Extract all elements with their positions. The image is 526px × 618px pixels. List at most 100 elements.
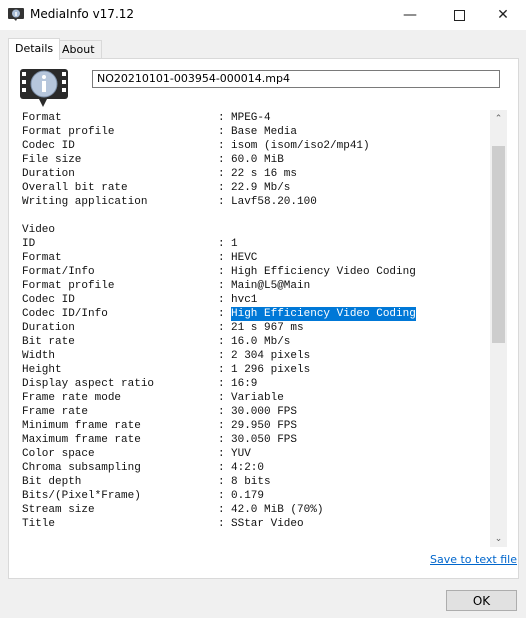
info-value: HEVC	[231, 252, 258, 264]
info-value: Lavf58.20.100	[231, 196, 317, 208]
info-key: Color space	[22, 448, 95, 460]
separator: :	[218, 126, 225, 138]
info-key: Bit depth	[22, 476, 82, 488]
info-key: Display aspect ratio	[22, 378, 155, 390]
info-key: Maximum frame rate	[22, 434, 141, 446]
tab-about[interactable]: About	[55, 40, 102, 59]
info-key: Format/Info	[22, 266, 95, 278]
info-key: File size	[22, 154, 82, 166]
info-key: Format	[22, 112, 62, 124]
separator: :	[218, 364, 225, 376]
separator: :	[218, 504, 225, 516]
info-value: Variable	[231, 392, 284, 404]
info-key: Stream size	[22, 504, 95, 516]
close-button[interactable]: ✕	[480, 0, 526, 30]
separator: :	[218, 294, 225, 306]
minimize-button[interactable]: —	[387, 0, 433, 30]
file-name-field[interactable]: NO20210101-003954-000014.mp4	[92, 70, 500, 88]
info-value: isom (isom/iso2/mp41)	[231, 140, 370, 152]
separator: :	[218, 406, 225, 418]
separator: :	[218, 392, 225, 404]
save-to-text-file-link[interactable]: Save to text file	[430, 553, 517, 566]
selected-info-value: High Efficiency Video Coding	[231, 307, 416, 321]
info-key: Format	[22, 252, 62, 264]
info-value: 29.950 FPS	[231, 420, 298, 432]
info-value: 30.000 FPS	[231, 406, 298, 418]
separator: :	[218, 322, 225, 334]
separator: :	[218, 350, 225, 362]
info-key: Width	[22, 350, 56, 362]
info-value: hvc1	[231, 294, 258, 306]
info-value: 8 bits	[231, 476, 271, 488]
info-value: 0.179	[231, 490, 265, 502]
info-key: Height	[22, 364, 62, 376]
separator: :	[218, 238, 225, 250]
info-value: 1	[231, 238, 238, 250]
info-key: ID	[22, 238, 36, 250]
separator: :	[218, 112, 225, 124]
separator: :	[218, 448, 225, 460]
info-key: Frame rate mode	[22, 392, 122, 404]
info-key: Chroma subsampling	[22, 462, 141, 474]
info-key: Duration	[22, 168, 75, 180]
info-value: 60.0 MiB	[231, 154, 284, 166]
window-title: MediaInfo v17.12	[30, 7, 135, 21]
info-key: Video	[22, 224, 56, 236]
info-key: Writing application	[22, 196, 148, 208]
ok-button[interactable]: OK	[446, 590, 517, 611]
tab-details[interactable]: Details	[8, 38, 61, 60]
title-bar: MediaInfo v17.12 — ✕	[0, 0, 526, 30]
mediainfo-app-icon	[8, 8, 24, 21]
info-key: Bit rate	[22, 336, 75, 348]
separator: :	[218, 280, 225, 292]
scroll-up-arrow-icon[interactable]: ⌃	[490, 110, 507, 127]
separator: :	[218, 420, 225, 432]
separator: :	[218, 518, 225, 530]
info-value: Main@L5@Main	[231, 280, 311, 292]
separator: :	[218, 336, 225, 348]
separator: :	[218, 476, 225, 488]
info-value: Base Media	[231, 126, 298, 138]
info-key: Overall bit rate	[22, 182, 128, 194]
separator: :	[218, 434, 225, 446]
separator: :	[218, 490, 225, 502]
media-info-text[interactable]: Format: MPEG-4 Format profile: Base Media Co…	[14, 110, 508, 547]
info-key: Codec ID	[22, 294, 75, 306]
scroll-down-arrow-icon[interactable]: ⌄	[490, 530, 507, 547]
info-key: Title	[22, 518, 56, 530]
info-key: Bits/(Pixel*Frame)	[22, 490, 141, 502]
info-value: 16:9	[231, 378, 258, 390]
separator: :	[218, 168, 225, 180]
info-value: MPEG-4	[231, 112, 271, 124]
info-value: 4:2:0	[231, 462, 265, 474]
info-key: Format profile	[22, 126, 115, 138]
separator: :	[218, 462, 225, 474]
separator: :	[218, 252, 225, 264]
maximize-icon	[453, 9, 465, 21]
info-key: Duration	[22, 322, 75, 334]
info-value: 22.9 Mb/s	[231, 182, 291, 194]
info-key: Frame rate	[22, 406, 89, 418]
mediainfo-logo-icon	[20, 69, 68, 107]
info-key: Codec ID	[22, 140, 75, 152]
scrollbar-thumb[interactable]	[492, 146, 505, 343]
separator: :	[218, 154, 225, 166]
info-value: High Efficiency Video Coding	[231, 266, 416, 278]
separator: :	[218, 140, 225, 152]
info-value: 16.0 Mb/s	[231, 336, 291, 348]
info-value: 1 296 pixels	[231, 364, 311, 376]
info-key: Codec ID/Info	[22, 308, 108, 320]
vertical-scrollbar[interactable]: ⌃ ⌄	[490, 110, 507, 547]
info-key: Minimum frame rate	[22, 420, 141, 432]
close-icon: ✕	[497, 7, 509, 23]
info-value: YUV	[231, 448, 251, 460]
maximize-button[interactable]	[436, 0, 482, 30]
info-value: 30.050 FPS	[231, 434, 298, 446]
info-value: 42.0 MiB (70%)	[231, 504, 324, 516]
info-value: 22 s 16 ms	[231, 168, 298, 180]
info-value: SStar Video	[231, 518, 304, 530]
separator: :	[218, 308, 225, 320]
separator: :	[218, 266, 225, 278]
separator: :	[218, 182, 225, 194]
separator: :	[218, 378, 225, 390]
